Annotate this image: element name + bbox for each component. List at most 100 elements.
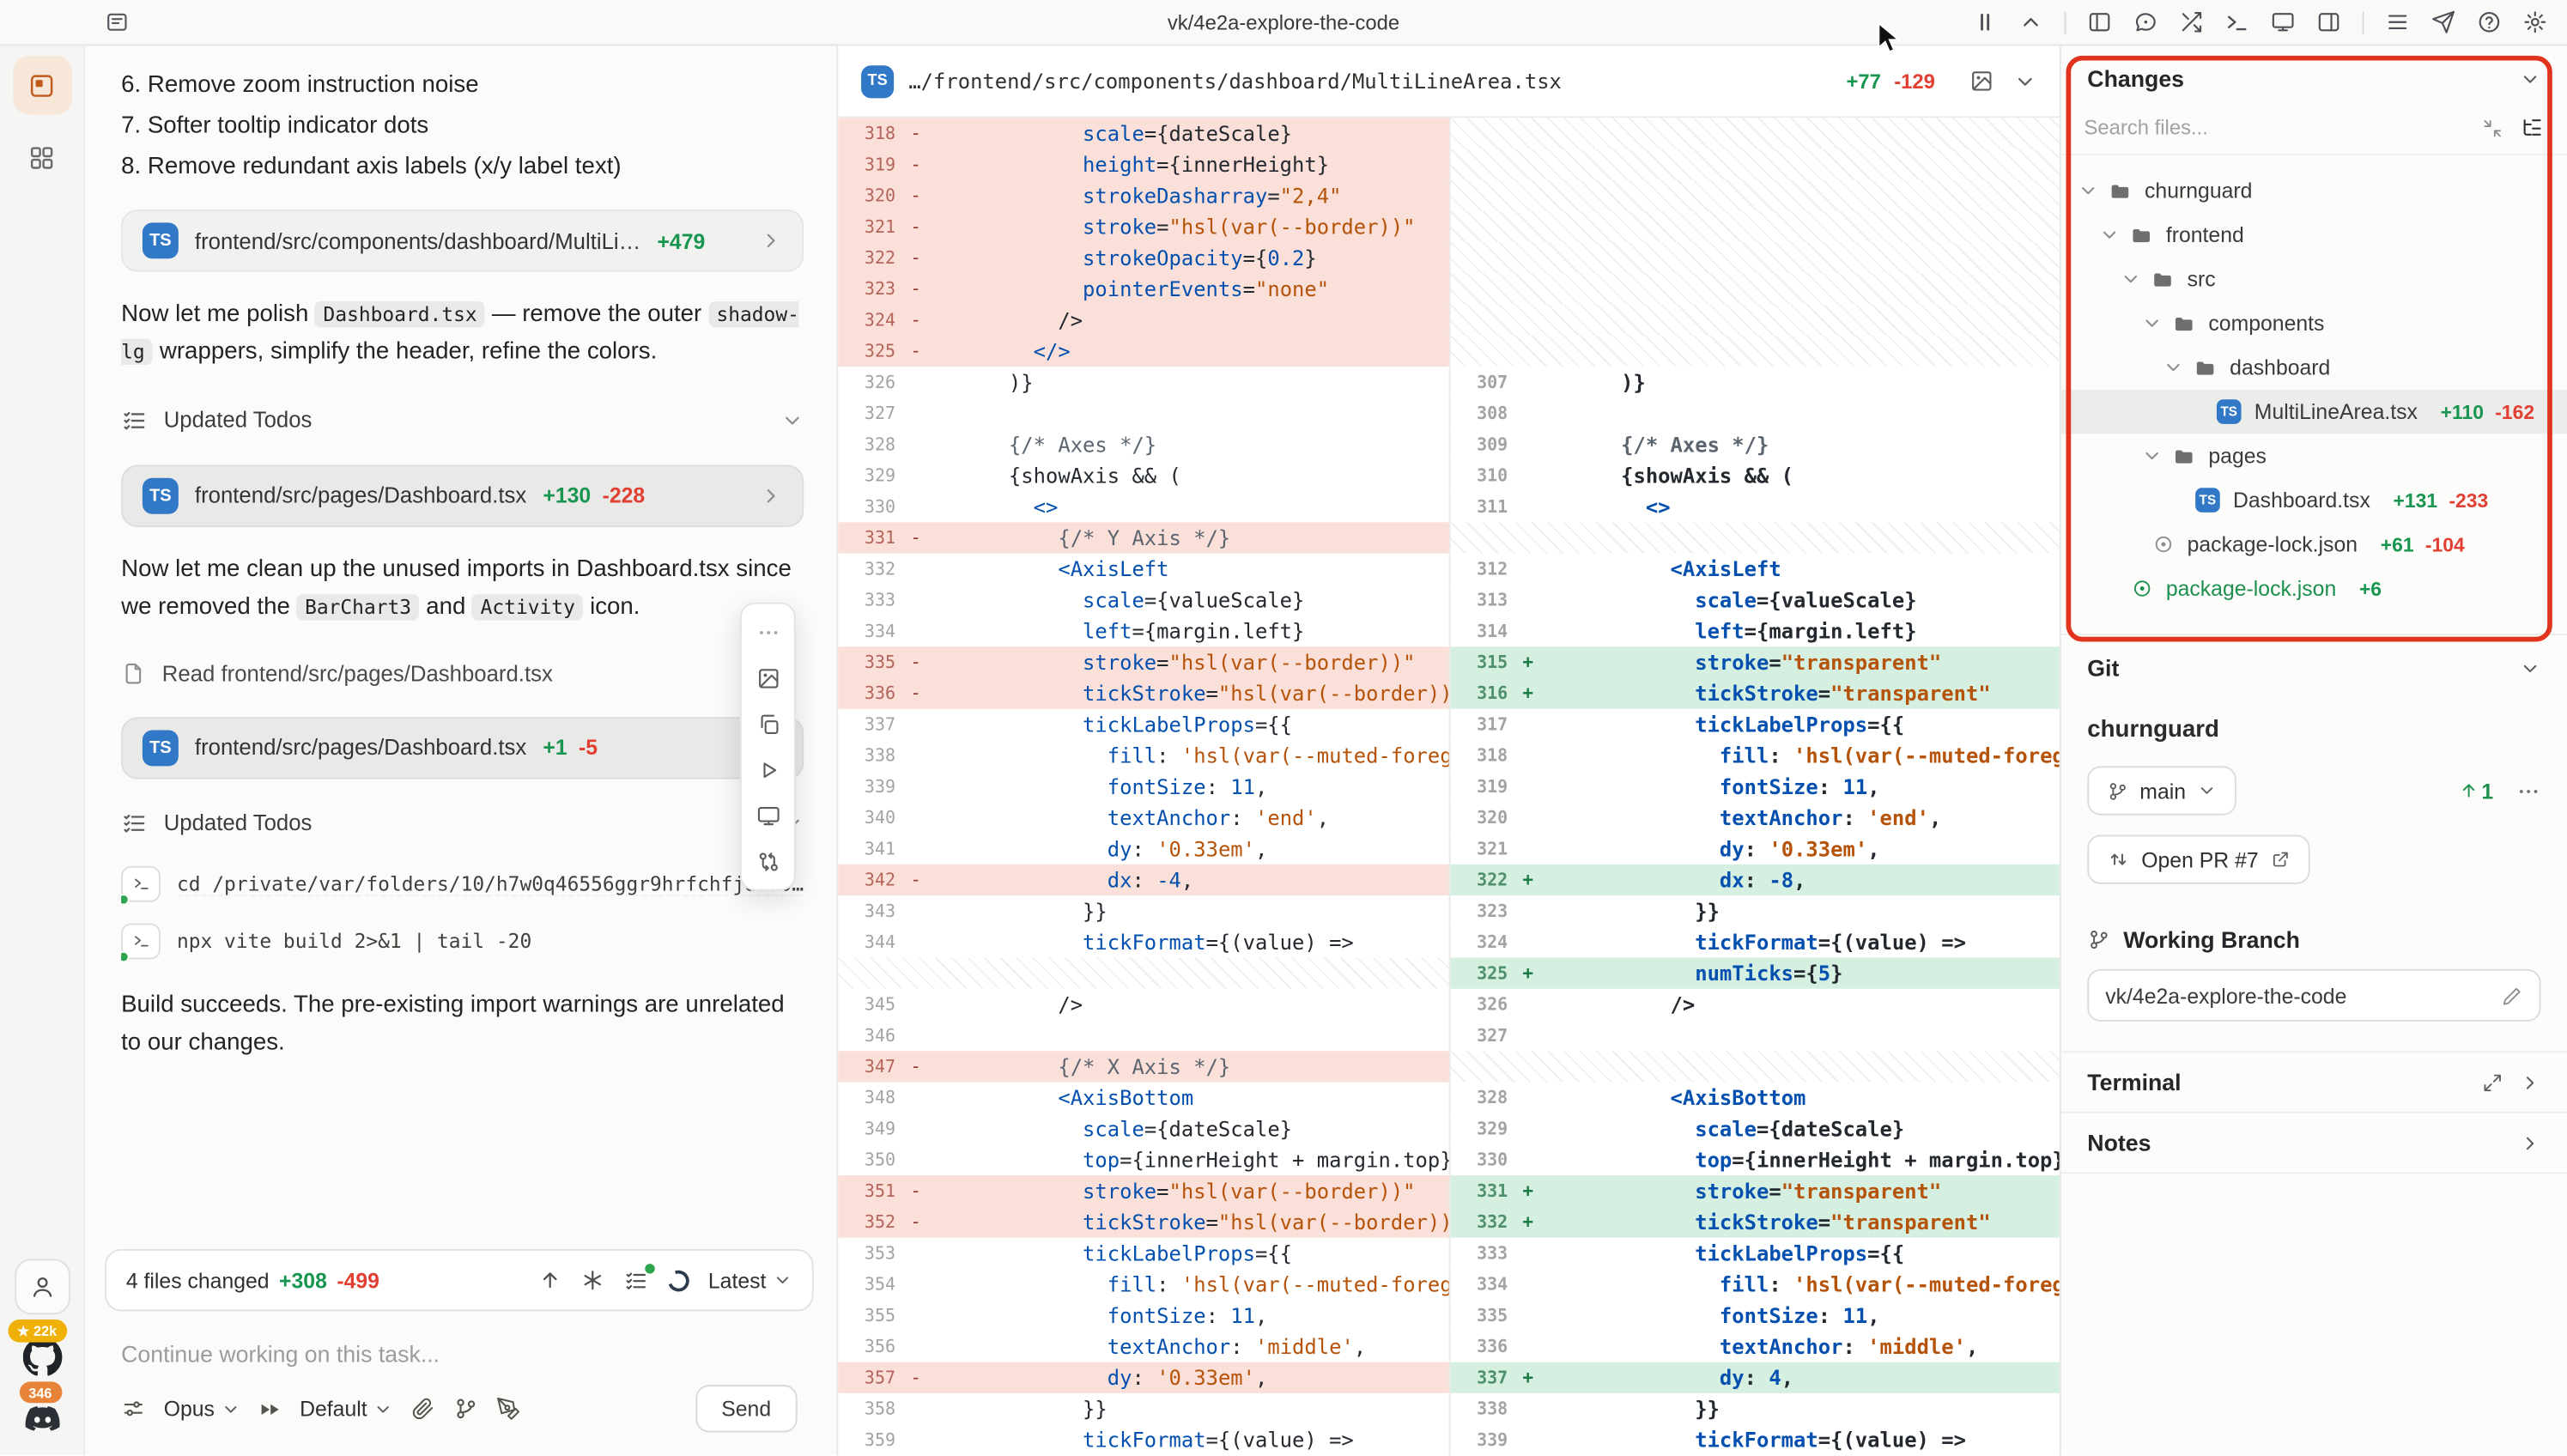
collapse-button[interactable] [2018,9,2043,34]
toggle-terminal-button[interactable] [2224,9,2249,34]
tree-file-multilinearea-tsx[interactable]: TSMultiLineArea.tsx+110-162 [2061,390,2567,434]
tree-folder-src[interactable]: src [2061,257,2567,300]
gear-icon [2523,9,2548,34]
diff-cell-deleted: 321- stroke="hsl(var(--border))" [838,211,1448,242]
draw-button[interactable] [496,1397,521,1422]
compare-button[interactable] [747,840,790,883]
message-paragraph: Now let me polish Dashboard.tsx — remove… [121,296,804,373]
diff-sign: + [1522,652,1547,673]
changes-section-header[interactable]: Changes [2061,46,2567,101]
toggle-left-panel-button[interactable] [2087,9,2112,34]
menu-button[interactable] [2385,9,2410,34]
terminal-command-row[interactable]: cd /private/var/folders/10/h7w0q46556ggr… [121,863,804,906]
terminal-command-row[interactable]: npx vite build 2>&1 | tail -20 [121,920,804,963]
spark-button[interactable] [580,1269,604,1292]
diff-sign: - [910,216,935,238]
file-search[interactable]: Search files... [2061,101,2567,155]
panel-toggle-button[interactable] [105,9,130,34]
fast-forward-button[interactable] [258,1398,282,1421]
diff-cell-deleted: 323- pointerEvents="none" [838,273,1448,304]
branch-selector[interactable]: main [2087,766,2236,815]
todos-status-button[interactable] [623,1268,648,1293]
diff-removed: -129 [1894,70,1935,93]
github-stars-badge: ★ 22k [8,1320,67,1343]
line-number: 344 [838,932,910,952]
toggle-chat-panel-button[interactable] [2133,9,2158,34]
terminal-expand-button[interactable] [2482,1071,2503,1093]
tree-folder-frontend[interactable]: frontend [2061,213,2567,257]
tree-folder-churnguard[interactable]: churnguard [2061,168,2567,212]
model-dropdown[interactable]: Opus [164,1397,241,1422]
read-file-row[interactable]: Read frontend/src/pages/Dashboard.tsx [121,653,804,696]
tree-folder-pages[interactable]: pages [2061,434,2567,477]
diff-cell-context: 332 <AxisLeft [838,554,1448,585]
todos-row[interactable]: Updated Todos [121,397,804,443]
file-chip[interactable]: TSfrontend/src/pages/Dashboard.tsx+130-2… [121,464,804,526]
todos-row[interactable]: Updated Todos [121,800,804,846]
mode-dropdown[interactable]: Default [300,1397,393,1422]
diff-cell-context: 326 /> [1449,989,2060,1020]
git-section-header[interactable]: Git [2061,635,2567,691]
tree-folder-dashboard[interactable]: dashboard [2061,345,2567,389]
diff-cell-context: 350 top={innerHeight + margin.top} [838,1144,1448,1175]
code-text: fill: 'hsl(var(--muted-foreground))', [1547,740,2060,771]
settings-button[interactable] [2523,9,2548,34]
toggle-preview-button[interactable] [2271,9,2296,34]
diff-collapse-button[interactable] [2013,70,2036,93]
more-options-button[interactable] [747,610,790,653]
send-button[interactable]: Send [695,1385,798,1432]
diff-view-mode-button[interactable] [1969,69,1994,94]
attach-button[interactable] [411,1397,436,1422]
toggle-right-panel-button[interactable] [2316,9,2341,34]
image-icon [756,665,780,690]
version-dropdown[interactable]: Latest [708,1268,792,1293]
code-text: textAnchor: 'end', [1547,802,2060,833]
line-number: 310 [1451,466,1523,486]
changes-summary-bar[interactable]: 4 files changed +308 -499 Latest [105,1249,814,1311]
help-button[interactable] [2477,9,2502,34]
chat-settings-button[interactable] [121,1397,146,1422]
code-text: fill: 'hsl(var(--muted-foreground))', [935,1269,1449,1300]
message-input[interactable]: Continue working on this task... [121,1329,798,1378]
run-button[interactable] [747,748,790,791]
line-number: 327 [1451,1026,1523,1046]
file-chip[interactable]: TSfrontend/src/components/dashboard/Mult… [121,209,804,271]
github-link[interactable]: ★ 22k [22,1338,62,1377]
status-dot [645,1263,654,1272]
account-button[interactable] [14,1259,70,1314]
tree-file-package-lock-json[interactable]: package-lock.json+61-104 [2061,522,2567,566]
tree-file-dashboard-tsx[interactable]: TSDashboard.tsx+131-233 [2061,478,2567,522]
line-number: 313 [1451,590,1523,610]
file-chip[interactable]: TSfrontend/src/pages/Dashboard.tsx+1-5 [121,717,804,779]
search-input[interactable]: Search files... [2084,116,2465,139]
workspace-grid-button[interactable] [27,144,55,172]
chevron-right-icon [760,484,783,507]
terminal-section-header[interactable]: Terminal [2061,1053,2567,1112]
branch-more-button[interactable] [2516,779,2541,804]
tree-file-package-lock-json[interactable]: package-lock.json+6 [2061,567,2567,610]
preview-button[interactable] [747,794,790,837]
line-number: 359 [838,1430,910,1450]
copy-button[interactable] [747,702,790,745]
diff-row: 349 scale={dateScale}329 scale={dateScal… [838,1113,2060,1144]
list-item: 8. Remove redundant axis labels (x/y lab… [121,148,804,189]
diff-cell-context: 335 fontSize: 11, [1449,1300,2060,1331]
code-text: {/* X Axis */} [935,1051,1449,1082]
collapse-tree-button[interactable] [2482,117,2503,138]
chevron-down-icon [2120,269,2141,290]
toggle-diff-view-button[interactable] [2179,9,2204,34]
share-button[interactable] [2431,9,2456,34]
file-tree: churnguardfrontendsrccomponentsdashboard… [2061,155,2567,621]
snapshot-button[interactable] [747,657,790,700]
tree-view-toggle[interactable] [2520,115,2545,140]
active-workspace-button[interactable] [12,56,71,115]
open-pr-button[interactable]: Open PR #7 [2087,835,2309,884]
notes-section-header[interactable]: Notes [2061,1113,2567,1173]
tree-folder-components[interactable]: components [2061,301,2567,345]
pause-button[interactable] [1973,9,1998,34]
branch-button[interactable] [454,1397,479,1422]
diff-cell-context: 327 [1449,1020,2060,1051]
discord-link[interactable]: 346 [22,1399,62,1439]
scroll-top-button[interactable] [538,1269,561,1292]
working-branch-input[interactable]: vk/4e2a-explore-the-code [2087,969,2540,1022]
